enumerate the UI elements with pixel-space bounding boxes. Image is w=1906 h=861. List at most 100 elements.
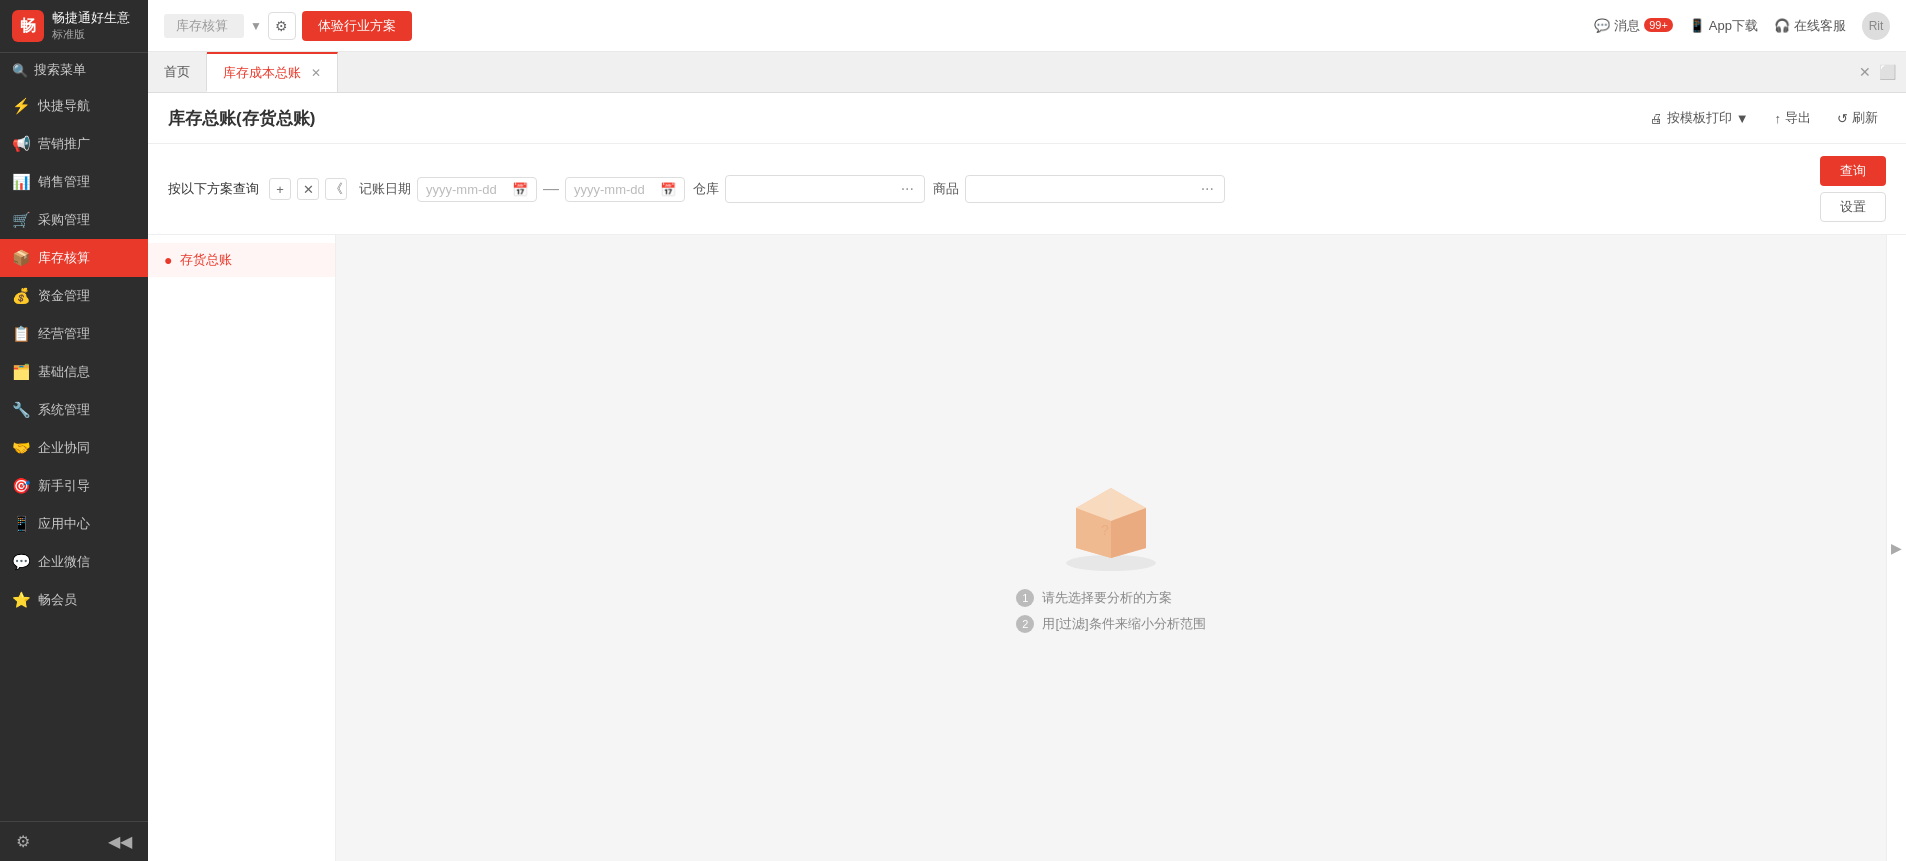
date-field: 记账日期 yyyy-mm-dd 📅 — yyyy-mm-dd 📅 <box>359 177 685 202</box>
filter-add-btn[interactable]: + <box>269 178 291 200</box>
scheme-item-inventory-ledger[interactable]: ● 存货总账 <box>148 243 335 277</box>
sidebar-item-finance[interactable]: 💰 资金管理 <box>0 277 148 315</box>
system-icon: 🔧 <box>12 401 30 419</box>
page-title: 库存总账(存货总账) <box>168 107 315 130</box>
app-download-label: App下载 <box>1709 17 1758 35</box>
product-input[interactable]: ··· <box>965 175 1225 203</box>
settings-btn[interactable]: 设置 <box>1820 192 1886 222</box>
topbar: 库存核算 ▼ ⚙ 体验行业方案 💬 消息 99+ 📱 App下载 🎧 在线客服 … <box>148 0 1906 52</box>
sidebar-item-label: 营销推广 <box>38 135 90 153</box>
topbar-arrow-icon: ▼ <box>250 19 262 33</box>
sidebar-logo: 畅 畅捷通好生意 标准版 <box>0 0 148 53</box>
sidebar-item-corp-wechat[interactable]: 💬 企业微信 <box>0 543 148 581</box>
page-header-actions: 🖨 按模板打印 ▼ ↑ 导出 ↺ 刷新 <box>1642 105 1886 131</box>
sidebar-item-system[interactable]: 🔧 系统管理 <box>0 391 148 429</box>
tip-text-1: 请先选择要分析的方案 <box>1042 589 1172 607</box>
sidebar-item-label: 经营管理 <box>38 325 90 343</box>
user-name: Rit <box>1869 19 1884 33</box>
messages-label: 消息 <box>1614 17 1640 35</box>
settings-footer-icon[interactable]: ⚙ <box>16 832 30 851</box>
refresh-label: 刷新 <box>1852 109 1878 127</box>
sales-icon: 📊 <box>12 173 30 191</box>
app-center-icon: 📱 <box>12 515 30 533</box>
trial-industry-btn[interactable]: 体验行业方案 <box>302 11 412 41</box>
app-download-btn[interactable]: 📱 App下载 <box>1689 17 1758 35</box>
query-btn[interactable]: 查询 <box>1820 156 1886 186</box>
sidebar-search[interactable]: 🔍 搜索菜单 <box>0 53 148 87</box>
date-end-input[interactable]: yyyy-mm-dd 📅 <box>565 177 685 202</box>
empty-tip-1: 1 请先选择要分析的方案 <box>1016 589 1205 607</box>
product-field: 商品 ··· <box>933 175 1225 203</box>
refresh-btn[interactable]: ↺ 刷新 <box>1829 105 1886 131</box>
warehouse-more-icon: ··· <box>901 180 914 198</box>
right-panel-collapse-icon[interactable]: ▶ <box>1891 540 1902 556</box>
collapse-sidebar-icon[interactable]: ◀◀ <box>108 832 132 851</box>
filter-row: 记账日期 yyyy-mm-dd 📅 — yyyy-mm-dd 📅 仓库 <box>359 175 1808 203</box>
beginner-icon: 🎯 <box>12 477 30 495</box>
purchase-icon: 🛒 <box>12 211 30 229</box>
empty-illustration: ? <box>1046 463 1176 573</box>
filter-collapse-btn[interactable]: 《 <box>325 178 347 200</box>
refresh-icon: ↺ <box>1837 111 1848 126</box>
sidebar-item-basic-info[interactable]: 🗂️ 基础信息 <box>0 353 148 391</box>
page-container: 库存总账(存货总账) 🖨 按模板打印 ▼ ↑ 导出 ↺ 刷新 <box>148 93 1906 861</box>
filter-actions: + ✕ 《 <box>269 178 347 200</box>
tab-home[interactable]: 首页 <box>148 53 207 91</box>
sidebar-item-label: 新手引导 <box>38 477 90 495</box>
date-separator: — <box>543 180 559 198</box>
search-icon: 🔍 <box>12 63 28 78</box>
warehouse-label: 仓库 <box>693 180 719 198</box>
sidebar-item-cooperation[interactable]: 🤝 企业协同 <box>0 429 148 467</box>
messages-btn[interactable]: 💬 消息 99+ <box>1594 17 1673 35</box>
sidebar-item-marketing[interactable]: 📢 营销推广 <box>0 125 148 163</box>
sidebar-item-beginner[interactable]: 🎯 新手引导 <box>0 467 148 505</box>
sidebar-item-quick-nav[interactable]: ⚡ 快捷导航 <box>0 87 148 125</box>
sidebar-item-operations[interactable]: 📋 经营管理 <box>0 315 148 353</box>
cooperation-icon: 🤝 <box>12 439 30 457</box>
tab-close-icon[interactable]: ✕ <box>311 66 321 80</box>
sidebar-nav: ⚡ 快捷导航 📢 营销推广 📊 销售管理 🛒 采购管理 📦 库存核算 💰 资金管… <box>0 87 148 821</box>
warehouse-input[interactable]: ··· <box>725 175 925 203</box>
filter-area: 按以下方案查询 + ✕ 《 记账日期 yyyy-mm-dd 📅 — yyyy <box>148 144 1906 235</box>
sidebar-footer: ⚙ ◀◀ <box>0 821 148 861</box>
online-service-btn[interactable]: 🎧 在线客服 <box>1774 17 1846 35</box>
corp-wechat-icon: 💬 <box>12 553 30 571</box>
tab-inventory-ledger[interactable]: 库存成本总账 ✕ <box>207 52 338 92</box>
topbar-current-module: 库存核算 <box>164 14 244 38</box>
sidebar-item-purchase[interactable]: 🛒 采购管理 <box>0 201 148 239</box>
export-label: 导出 <box>1785 109 1811 127</box>
sidebar-item-label: 企业微信 <box>38 553 90 571</box>
warehouse-field: 仓库 ··· <box>693 175 925 203</box>
date-start-input[interactable]: yyyy-mm-dd 📅 <box>417 177 537 202</box>
date-label: 记账日期 <box>359 180 411 198</box>
inventory-icon: 📦 <box>12 249 30 267</box>
filter-delete-btn[interactable]: ✕ <box>297 178 319 200</box>
filter-label-area: 按以下方案查询 + ✕ 《 <box>168 178 347 200</box>
scheme-sidebar: ● 存货总账 <box>148 235 336 861</box>
operations-icon: 📋 <box>12 325 30 343</box>
print-icon: 🖨 <box>1650 111 1663 126</box>
tip-num-2: 2 <box>1016 615 1034 633</box>
logo-icon: 畅 <box>12 10 44 42</box>
filter-label: 按以下方案查询 <box>168 180 259 198</box>
topbar-settings-btn[interactable]: ⚙ <box>268 12 296 40</box>
print-template-label: 按模板打印 <box>1667 109 1732 127</box>
content-area: ● 存货总账 <box>148 235 1906 861</box>
sidebar-item-label: 企业协同 <box>38 439 90 457</box>
app-download-icon: 📱 <box>1689 18 1705 33</box>
tip-text-2: 用[过滤]条件来缩小分析范围 <box>1042 615 1205 633</box>
export-btn[interactable]: ↑ 导出 <box>1767 105 1820 131</box>
sidebar-item-label: 畅会员 <box>38 591 77 609</box>
sidebar-item-member[interactable]: ⭐ 畅会员 <box>0 581 148 619</box>
sidebar-item-app-center[interactable]: 📱 应用中心 <box>0 505 148 543</box>
sidebar-item-inventory[interactable]: 📦 库存核算 <box>0 239 148 277</box>
tab-resize-icon[interactable]: ⬜ <box>1879 64 1896 80</box>
print-template-btn[interactable]: 🖨 按模板打印 ▼ <box>1642 105 1757 131</box>
member-icon: ⭐ <box>12 591 30 609</box>
user-avatar-area[interactable]: Rit <box>1862 12 1890 40</box>
tab-inventory-ledger-label: 库存成本总账 <box>223 64 301 82</box>
sidebar-item-sales[interactable]: 📊 销售管理 <box>0 163 148 201</box>
tab-maximize-icon[interactable]: ✕ <box>1859 64 1871 80</box>
calendar-end-icon: 📅 <box>660 182 676 197</box>
app-edition: 标准版 <box>52 27 130 42</box>
